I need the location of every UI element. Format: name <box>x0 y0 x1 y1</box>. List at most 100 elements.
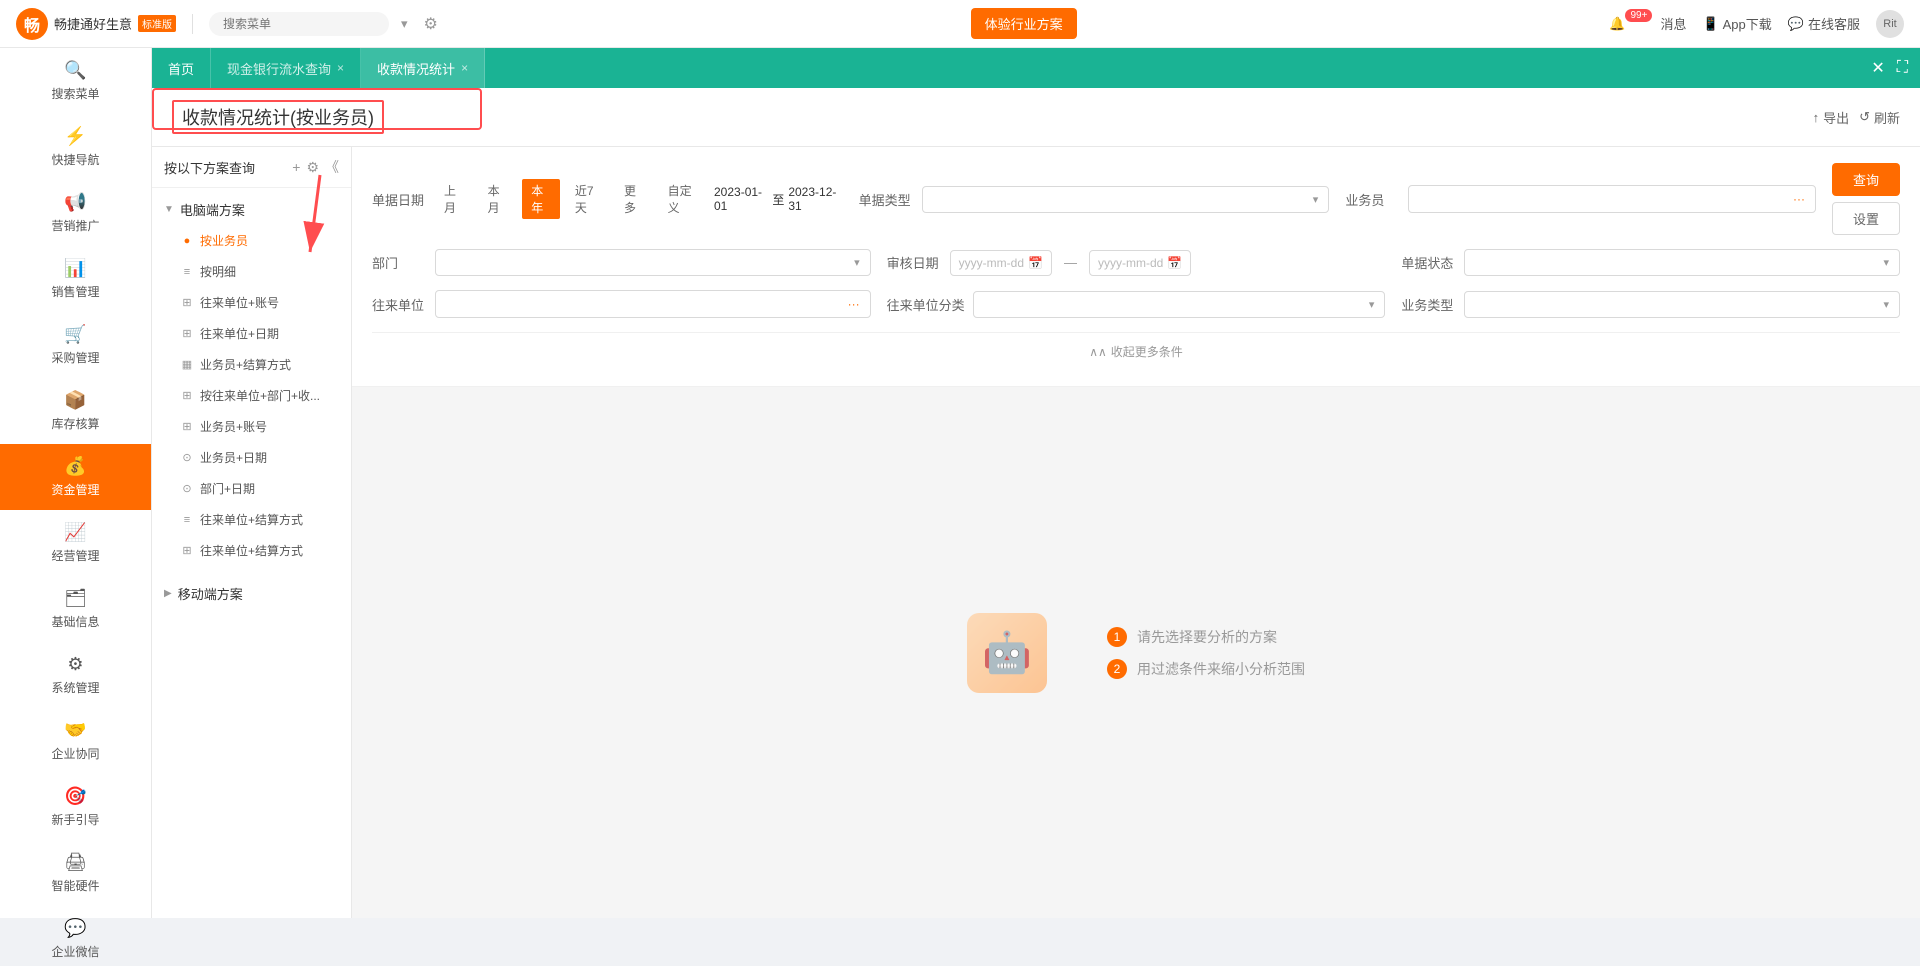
menu-search-input[interactable] <box>209 12 389 36</box>
partner-date-scheme-icon: ⊞ <box>180 327 194 341</box>
filter-item-by-detail[interactable]: ≡ 按明细 <box>152 256 351 287</box>
user-avatar[interactable]: Rit <box>1876 10 1904 38</box>
sidebar-item-sales[interactable]: 📊 销售管理 <box>0 246 151 312</box>
filter-item-salesperson-payment[interactable]: ▦ 业务员+结算方式 <box>152 349 351 380</box>
date-7days[interactable]: 近7天 <box>566 179 609 219</box>
filter-item-partner-payment2[interactable]: ⊞ 往来单位+结算方式 <box>152 535 351 566</box>
partner-payment1-icon: ≡ <box>180 513 194 527</box>
filter-item-partner-dept-collect[interactable]: ⊞ 按往来单位+部门+收... <box>152 380 351 411</box>
partner-cat-chevron: ▾ <box>1369 298 1375 311</box>
review-date-field: 审核日期 yyyy-mm-dd 📅 — yyyy-mm-dd 📅 <box>887 250 1386 276</box>
sidebar: 🔍 搜索菜单 ⚡ 快捷导航 📢 营销推广 📊 销售管理 🛒 采购管理 📦 库存核… <box>0 48 152 918</box>
filter-item-label: 往来单位+账号 <box>200 294 279 311</box>
sidebar-item-search[interactable]: 🔍 搜索菜单 <box>0 48 151 114</box>
salesperson-select[interactable]: ··· <box>1408 185 1816 213</box>
export-btn[interactable]: ↑ 导出 <box>1813 108 1850 127</box>
collapse-up-icon: ∧∧ <box>1089 345 1107 359</box>
service-icon: 💬 <box>1788 16 1804 32</box>
date-end-value: 2023-12-31 <box>788 185 842 213</box>
panel-collapse-btn[interactable]: 《 <box>325 157 339 177</box>
doc-status-select[interactable]: ▾ <box>1464 249 1900 276</box>
sidebar-item-hardware[interactable]: 🖨 智能硬件 <box>0 840 151 906</box>
department-label: 部门 <box>372 253 427 272</box>
app-download-btn[interactable]: 📱 App下载 <box>1702 14 1771 33</box>
date-this-year[interactable]: 本年 <box>522 179 560 219</box>
collection-stats-close-icon[interactable]: × <box>461 61 468 75</box>
settings-btn[interactable]: 设置 <box>1832 202 1900 235</box>
maximize-btn[interactable]: ⛶ <box>1897 59 1908 77</box>
phone-icon: 📱 <box>1702 16 1718 32</box>
sidebar-item-collab[interactable]: 🤝 企业协同 <box>0 708 151 774</box>
sidebar-item-label: 采购管理 <box>51 349 99 366</box>
sales-icon: 📊 <box>64 258 86 279</box>
sidebar-item-base-info[interactable]: 🗂 基础信息 <box>0 576 151 642</box>
department-select[interactable]: ▾ <box>435 249 871 276</box>
search-icon: 🔍 <box>64 60 86 81</box>
messages-btn[interactable]: 🔔 99+ 消息 <box>1609 14 1686 33</box>
query-btn[interactable]: 查询 <box>1832 163 1900 196</box>
bank-flow-close-icon[interactable]: × <box>337 61 344 75</box>
review-date-start[interactable]: yyyy-mm-dd 📅 <box>950 250 1052 276</box>
hardware-icon: 🖨 <box>64 852 87 873</box>
tab-collection-stats[interactable]: 收款情况统计 × <box>361 48 485 88</box>
doc-type-select[interactable]: ▾ <box>922 186 1330 213</box>
filter-item-label: 部门+日期 <box>200 480 255 497</box>
close-window-btn[interactable]: ✕ <box>1871 58 1884 78</box>
query-area: 单据日期 上月 本月 本年 近7天 更多 自定义 2023-01-01 至 <box>352 147 1920 918</box>
refresh-btn[interactable]: ↺ 刷新 <box>1859 108 1900 127</box>
sidebar-item-system[interactable]: ⚙ 系统管理 <box>0 642 151 708</box>
scheme-settings-btn[interactable]: ⚙ <box>306 159 319 176</box>
search-dropdown-icon[interactable]: ▾ <box>401 16 408 32</box>
salesperson-scheme-icon: ● <box>180 234 194 248</box>
mobile-group: ▶ 移动端方案 <box>152 572 351 615</box>
top-settings-icon[interactable]: ⚙ <box>424 14 438 34</box>
filter-item-dept-date[interactable]: ⊙ 部门+日期 <box>152 473 351 504</box>
collapse-more-conditions-btn[interactable]: ∧∧ 收起更多条件 <box>372 332 1900 370</box>
filter-item-salesperson-bankacct[interactable]: ⊞ 业务员+账号 <box>152 411 351 442</box>
operations-icon: 📈 <box>64 522 86 543</box>
sidebar-item-guide[interactable]: 🎯 新手引导 <box>0 774 151 840</box>
filter-item-partner-payment1[interactable]: ≡ 往来单位+结算方式 <box>152 504 351 535</box>
mobile-group-title[interactable]: ▶ 移动端方案 <box>152 578 351 609</box>
doc-status-label: 单据状态 <box>1401 253 1456 272</box>
partner-category-select[interactable]: ▾ <box>973 291 1386 318</box>
guide-icon: 🎯 <box>64 786 86 807</box>
refresh-icon: ↺ <box>1859 109 1870 125</box>
biz-type-select[interactable]: ▾ <box>1464 291 1900 318</box>
tab-bar: 首页 现金银行流水查询 × 收款情况统计 × ✕ ⛶ <box>152 48 1920 88</box>
desktop-group-title[interactable]: ▼ 电脑端方案 <box>152 194 351 225</box>
online-service-label: 在线客服 <box>1808 14 1860 33</box>
tab-bank-flow[interactable]: 现金银行流水查询 × <box>211 48 361 88</box>
biz-type-chevron: ▾ <box>1883 298 1889 311</box>
tab-home[interactable]: 首页 <box>152 48 211 88</box>
sidebar-item-purchase[interactable]: 🛒 采购管理 <box>0 312 151 378</box>
filter-item-label: 往来单位+结算方式 <box>200 511 303 528</box>
dept-chevron: ▾ <box>854 256 860 269</box>
main-area: 首页 现金银行流水查询 × 收款情况统计 × ✕ ⛶ 收款情况统计(按业务员) … <box>152 48 1920 918</box>
date-more[interactable]: 更多 <box>615 179 653 219</box>
sidebar-item-label: 快捷导航 <box>51 151 99 168</box>
add-scheme-btn[interactable]: + <box>292 159 300 175</box>
sidebar-item-marketing[interactable]: 📢 营销推广 <box>0 180 151 246</box>
sidebar-item-operations[interactable]: 📈 经营管理 <box>0 510 151 576</box>
sidebar-item-finance[interactable]: 💰 资金管理 <box>0 444 151 510</box>
calendar-icon-2: 📅 <box>1167 256 1182 270</box>
filter-item-partner-account[interactable]: ⊞ 往来单位+账号 <box>152 287 351 318</box>
review-date-end[interactable]: yyyy-mm-dd 📅 <box>1089 250 1191 276</box>
salesperson-more-icon[interactable]: ··· <box>1793 192 1805 206</box>
online-service-btn[interactable]: 💬 在线客服 <box>1788 14 1860 33</box>
date-custom[interactable]: 自定义 <box>659 179 706 219</box>
query-form: 单据日期 上月 本月 本年 近7天 更多 自定义 2023-01-01 至 <box>352 147 1920 387</box>
partner-payment2-icon: ⊞ <box>180 544 194 558</box>
sidebar-item-inventory[interactable]: 📦 库存核算 <box>0 378 151 444</box>
sidebar-item-quicknav[interactable]: ⚡ 快捷导航 <box>0 114 151 180</box>
date-this-month[interactable]: 本月 <box>479 179 517 219</box>
sidebar-item-label: 基础信息 <box>51 613 99 630</box>
partner-select[interactable]: ··· <box>435 290 871 318</box>
partner-more-icon[interactable]: ··· <box>848 297 860 311</box>
date-last-month[interactable]: 上月 <box>435 179 473 219</box>
filter-item-by-salesperson[interactable]: ● 按业务员 <box>152 225 351 256</box>
filter-item-salesperson-date[interactable]: ⊙ 业务员+日期 <box>152 442 351 473</box>
filter-item-partner-date[interactable]: ⊞ 往来单位+日期 <box>152 318 351 349</box>
trial-btn[interactable]: 体验行业方案 <box>971 8 1077 39</box>
